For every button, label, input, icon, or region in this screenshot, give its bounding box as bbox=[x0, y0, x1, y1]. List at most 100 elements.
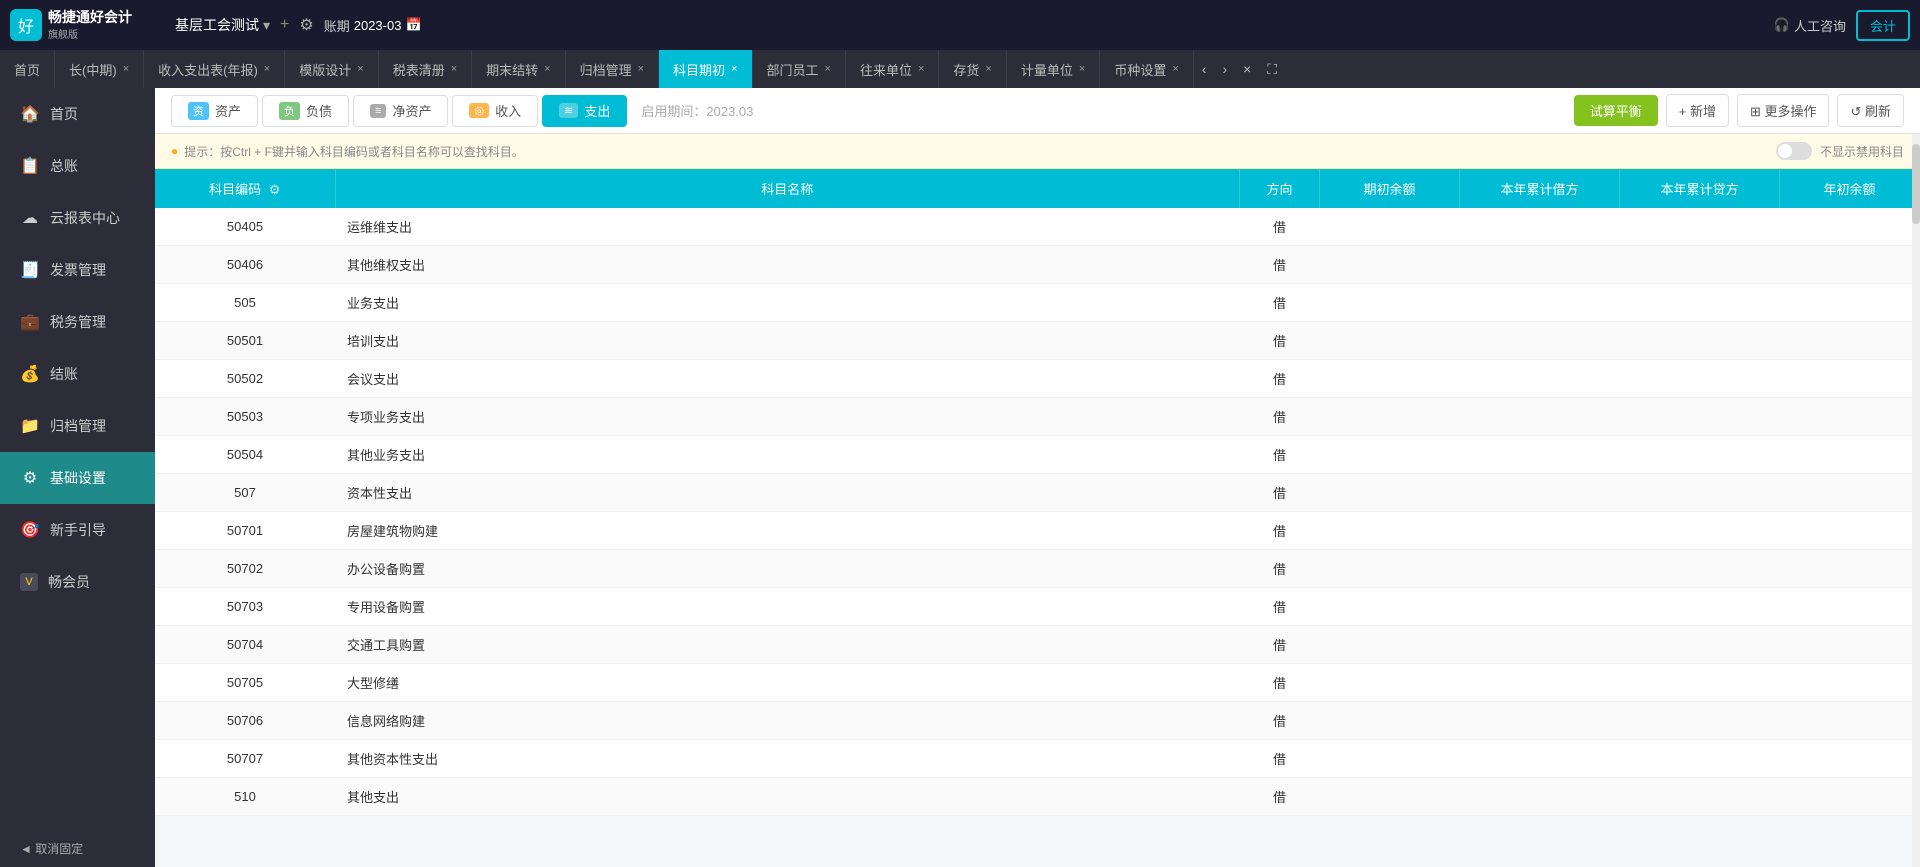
table-row[interactable]: 50503 专项业务支出 借 bbox=[155, 398, 1920, 436]
tab-currency[interactable]: 币种设置 × bbox=[1100, 50, 1193, 88]
consultant-button[interactable]: 🎧 人工咨询 bbox=[1774, 16, 1846, 35]
sidebar-item-invoice[interactable]: 🧾 发票管理 bbox=[0, 244, 155, 296]
tab-liability[interactable]: 负 负债 bbox=[262, 95, 349, 127]
tab-period-close[interactable]: 期末结转 × bbox=[472, 50, 565, 88]
sidebar-item-cloud[interactable]: ☁ 云报表中心 bbox=[0, 192, 155, 244]
close-icon[interactable]: × bbox=[357, 63, 363, 75]
cell-credit bbox=[1620, 322, 1780, 360]
cell-credit bbox=[1620, 246, 1780, 284]
tab-income[interactable]: ◎ 收入 bbox=[452, 95, 538, 127]
cell-code: 50503 bbox=[155, 398, 335, 436]
tab-prev-button[interactable]: ‹ bbox=[1194, 61, 1215, 77]
sidebar-item-home[interactable]: 🏠 首页 bbox=[0, 88, 155, 140]
cell-credit bbox=[1620, 208, 1780, 246]
col-header-name: 科目名称 bbox=[335, 169, 1240, 208]
cell-name: 房屋建筑物购建 bbox=[335, 512, 1240, 550]
disable-toggle[interactable] bbox=[1776, 142, 1812, 160]
sidebar-item-guide[interactable]: 🎯 新手引导 bbox=[0, 504, 155, 556]
more-actions-button[interactable]: ⊞ 更多操作 bbox=[1737, 94, 1830, 127]
tab-home[interactable]: 首页 bbox=[0, 50, 55, 88]
sidebar-item-member[interactable]: V 畅会员 bbox=[0, 556, 155, 608]
tab-asset[interactable]: 资 资产 bbox=[171, 95, 258, 127]
tab-inventory[interactable]: 存货 × bbox=[939, 50, 1006, 88]
tab-expand-button[interactable]: ⛶ bbox=[1259, 61, 1285, 78]
table-row[interactable]: 50405 运维维支出 借 bbox=[155, 208, 1920, 246]
table-row[interactable]: 50501 培训支出 借 bbox=[155, 322, 1920, 360]
close-icon[interactable]: × bbox=[638, 63, 644, 75]
tab-contacts[interactable]: 往来单位 × bbox=[846, 50, 939, 88]
toggle-label: 不显示禁用科目 bbox=[1820, 143, 1904, 160]
table-row[interactable]: 505 业务支出 借 bbox=[155, 284, 1920, 322]
close-icon[interactable]: × bbox=[544, 63, 550, 75]
tab-income-report[interactable]: 收入支出表(年报) × bbox=[144, 50, 285, 88]
table-row[interactable]: 50406 其他维权支出 借 bbox=[155, 246, 1920, 284]
tab-bar: 首页 长(中期) × 收入支出表(年报) × 模版设计 × 税表清册 × 期末结… bbox=[0, 50, 1920, 88]
cell-year bbox=[1780, 626, 1920, 664]
sidebar-item-tax[interactable]: 💼 税务管理 bbox=[0, 296, 155, 348]
close-icon[interactable]: × bbox=[918, 63, 924, 75]
cell-dir: 借 bbox=[1240, 436, 1320, 474]
sidebar-item-settings[interactable]: ⚙ 基础设置 bbox=[0, 452, 155, 504]
add-button[interactable]: + 新增 bbox=[1666, 94, 1729, 127]
table-row[interactable]: 50701 房屋建筑物购建 借 bbox=[155, 512, 1920, 550]
tab-archive[interactable]: 归档管理 × bbox=[566, 50, 659, 88]
cell-code: 510 bbox=[155, 778, 335, 816]
table-row[interactable]: 50704 交通工具购置 借 bbox=[155, 626, 1920, 664]
sidebar-item-close[interactable]: 💰 结账 bbox=[0, 348, 155, 400]
cell-credit bbox=[1620, 588, 1780, 626]
table-row[interactable]: 50705 大型修缮 借 bbox=[155, 664, 1920, 702]
close-icon[interactable]: × bbox=[264, 63, 270, 75]
tab-net-asset[interactable]: ≡ 净资产 bbox=[353, 95, 448, 127]
tab-midterm[interactable]: 长(中期) × bbox=[55, 50, 144, 88]
cell-year bbox=[1780, 474, 1920, 512]
sidebar-collapse-button[interactable]: ◄ 取消固定 bbox=[0, 830, 155, 867]
tab-expenditure[interactable]: ≋ 支出 bbox=[542, 95, 627, 127]
company-name[interactable]: 基层工会测试 ▾ bbox=[175, 15, 270, 35]
cell-balance bbox=[1320, 740, 1460, 778]
cell-dir: 借 bbox=[1240, 284, 1320, 322]
settings-icon[interactable]: ⚙ bbox=[269, 182, 281, 197]
table-row[interactable]: 50706 信息网络购建 借 bbox=[155, 702, 1920, 740]
tab-next-button[interactable]: › bbox=[1214, 61, 1235, 77]
scrollbar-thumb[interactable] bbox=[1912, 144, 1920, 224]
header-right: 🎧 人工咨询 会计 bbox=[1774, 10, 1910, 41]
close-icon[interactable]: × bbox=[451, 63, 457, 75]
account-button[interactable]: 会计 bbox=[1856, 10, 1910, 41]
cell-code: 50701 bbox=[155, 512, 335, 550]
cell-name: 交通工具购置 bbox=[335, 626, 1240, 664]
cell-debit bbox=[1460, 360, 1620, 398]
cell-credit bbox=[1620, 512, 1780, 550]
sidebar-item-archive[interactable]: 📁 归档管理 bbox=[0, 400, 155, 452]
table-row[interactable]: 50707 其他资本性支出 借 bbox=[155, 740, 1920, 778]
table-row[interactable]: 50502 会议支出 借 bbox=[155, 360, 1920, 398]
table-row[interactable]: 50702 办公设备购置 借 bbox=[155, 550, 1920, 588]
calc-balance-button[interactable]: 试算平衡 bbox=[1574, 95, 1658, 126]
table-row[interactable]: 50504 其他业务支出 借 bbox=[155, 436, 1920, 474]
cell-balance bbox=[1320, 208, 1460, 246]
close-icon[interactable]: × bbox=[985, 63, 991, 75]
refresh-button[interactable]: ↺ 刷新 bbox=[1837, 94, 1904, 127]
cell-credit bbox=[1620, 664, 1780, 702]
close-icon[interactable]: × bbox=[825, 63, 831, 75]
close-icon[interactable]: × bbox=[1079, 63, 1085, 75]
tab-dept[interactable]: 部门员工 × bbox=[753, 50, 846, 88]
sidebar-item-ledger[interactable]: 📋 总账 bbox=[0, 140, 155, 192]
tab-unit[interactable]: 计量单位 × bbox=[1007, 50, 1100, 88]
close-icon[interactable]: × bbox=[123, 63, 129, 75]
tab-close-all-button[interactable]: × bbox=[1235, 61, 1259, 77]
cell-dir: 借 bbox=[1240, 322, 1320, 360]
table-row[interactable]: 50703 专用设备购置 借 bbox=[155, 588, 1920, 626]
tab-tax[interactable]: 税表清册 × bbox=[379, 50, 472, 88]
close-icon[interactable]: × bbox=[731, 63, 737, 75]
top-header: 好 畅捷通好会计 旗舰版 基层工会测试 ▾ + ⚙ 账期 2023-03 📅 🎧… bbox=[0, 0, 1920, 50]
table-row[interactable]: 507 资本性支出 借 bbox=[155, 474, 1920, 512]
cell-debit bbox=[1460, 246, 1620, 284]
cell-balance bbox=[1320, 360, 1460, 398]
cell-name: 资本性支出 bbox=[335, 474, 1240, 512]
cell-code: 50501 bbox=[155, 322, 335, 360]
table-row[interactable]: 510 其他支出 借 bbox=[155, 778, 1920, 816]
tab-subject-init[interactable]: 科目期初 × bbox=[659, 50, 752, 88]
tab-template[interactable]: 模版设计 × bbox=[285, 50, 378, 88]
close-icon[interactable]: × bbox=[1172, 63, 1178, 75]
col-header-debit: 本年累计借方 bbox=[1460, 169, 1620, 208]
